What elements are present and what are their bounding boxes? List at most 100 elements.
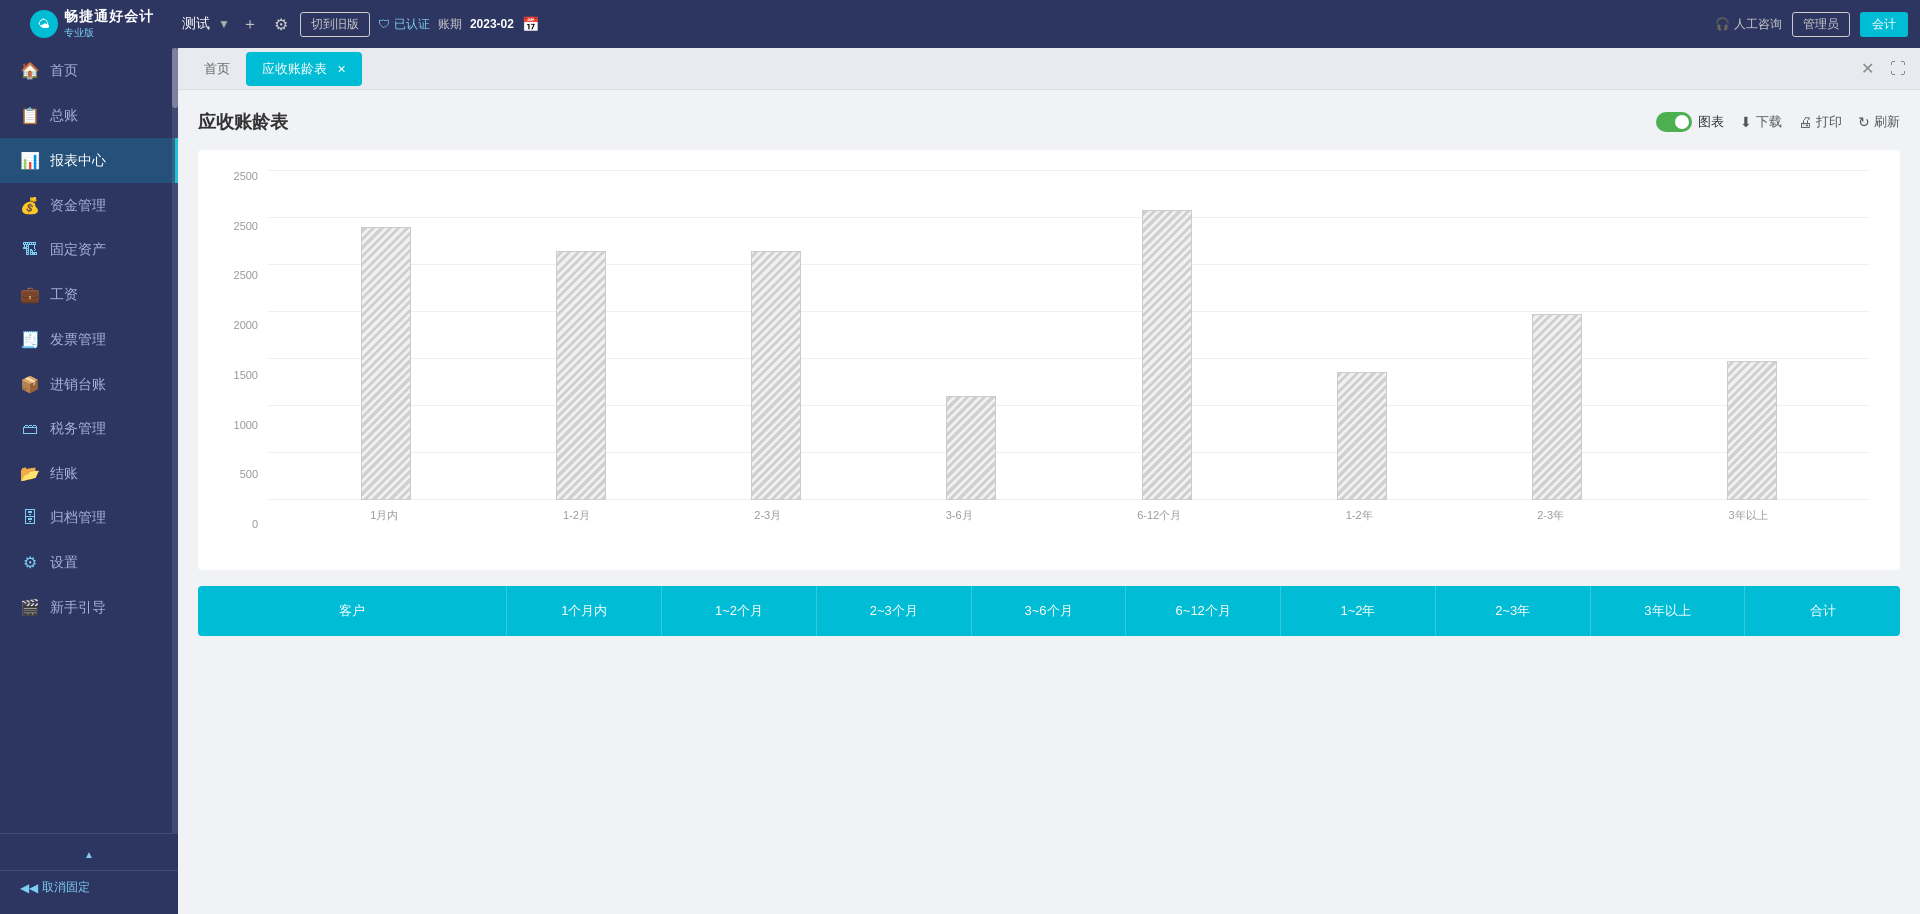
sidebar-item-label: 固定资产	[50, 241, 106, 259]
switch-version-button[interactable]: 切到旧版	[300, 12, 370, 37]
sidebar-item-label: 资金管理	[50, 197, 106, 215]
user-button[interactable]: 管理员	[1792, 12, 1850, 37]
sidebar-item-reports[interactable]: 📊 报表中心	[0, 138, 178, 183]
header-right: 🎧 人工咨询 管理员 会计	[1715, 12, 1908, 37]
bar-group	[361, 227, 411, 500]
sidebar: 🏠 首页 📋 总账 📊 报表中心 💰 资金管理 🏗 固定资产 💼 工资	[0, 48, 178, 914]
print-icon: 🖨	[1798, 114, 1812, 130]
expand-tab-icon[interactable]: ⛶	[1886, 56, 1910, 82]
refresh-button[interactable]: ↻ 刷新	[1858, 113, 1900, 131]
consult-button[interactable]: 🎧 人工咨询	[1715, 16, 1782, 33]
page-header: 应收账龄表 图表 ⬇ 下载 🖨 打印 ↻	[198, 110, 1900, 134]
company-dropdown-icon[interactable]: ▼	[218, 17, 230, 31]
table-header-cell: 6~12个月	[1126, 586, 1281, 636]
page-actions: 图表 ⬇ 下载 🖨 打印 ↻ 刷新	[1656, 112, 1900, 132]
header-center: 测试 ▼ ＋ ⚙ 切到旧版 🛡 已认证 账期 2023-02 📅	[172, 10, 1715, 39]
sidebar-item-archive[interactable]: 🗄 归档管理	[0, 496, 178, 540]
y-label: 0	[252, 518, 258, 530]
guide-icon: 🎬	[20, 598, 40, 617]
bars-row	[268, 170, 1870, 500]
role-button[interactable]: 会计	[1860, 12, 1908, 37]
logo-icon: 🌤	[30, 10, 58, 38]
bar	[751, 251, 801, 500]
ledger-icon: 📋	[20, 106, 40, 125]
chart-container: 2500 2500 2500 2000 1500 1000 500 0	[198, 150, 1900, 570]
period-label: 账期	[438, 16, 462, 33]
headset-icon: 🎧	[1715, 17, 1730, 31]
y-label: 2000	[234, 319, 258, 331]
stock-icon: 📦	[20, 375, 40, 394]
table-header-cell: 合计	[1745, 586, 1900, 636]
sidebar-item-ledger[interactable]: 📋 总账	[0, 93, 178, 138]
table-header-row: 客户1个月内1~2个月2~3个月3~6个月6~12个月1~2年2~3年3年以上合…	[198, 586, 1900, 636]
tab-ar-aging[interactable]: 应收账龄表 ✕	[246, 52, 362, 86]
settings-sidebar-icon: ⚙	[20, 553, 40, 572]
close-tab-icon[interactable]: ✕	[1857, 55, 1878, 82]
sidebar-item-label: 归档管理	[50, 509, 106, 527]
bar-group	[1532, 314, 1582, 500]
bar	[1142, 210, 1192, 500]
bar	[1532, 314, 1582, 500]
shield-icon: 🛡	[378, 17, 390, 31]
sidebar-item-stock[interactable]: 📦 进销台账	[0, 362, 178, 407]
sidebar-item-guide[interactable]: 🎬 新手引导	[0, 585, 178, 630]
chart-area: 2500 2500 2500 2000 1500 1000 500 0	[228, 170, 1870, 530]
sidebar-item-invoice[interactable]: 🧾 发票管理	[0, 317, 178, 362]
sidebar-item-label: 税务管理	[50, 420, 106, 438]
calendar-icon[interactable]: 📅	[522, 16, 539, 32]
sidebar-item-close[interactable]: 📂 结账	[0, 451, 178, 496]
sidebar-item-tax[interactable]: 🗃 税务管理	[0, 407, 178, 451]
main-layout: 🏠 首页 📋 总账 📊 报表中心 💰 资金管理 🏗 固定资产 💼 工资	[0, 48, 1920, 914]
page-content: 应收账龄表 图表 ⬇ 下载 🖨 打印 ↻	[178, 90, 1920, 914]
archive-icon: 🗄	[20, 509, 40, 527]
x-label: 2-3年	[1537, 508, 1564, 523]
scroll-up-icon[interactable]: ▲	[84, 848, 94, 862]
cert-badge: 🛡 已认证	[378, 16, 430, 33]
download-button[interactable]: ⬇ 下载	[1740, 113, 1782, 131]
y-label: 500	[240, 468, 258, 480]
sidebar-item-assets[interactable]: 🏗 固定资产	[0, 228, 178, 272]
logo-area: 🌤 畅捷通好会计 专业版	[12, 8, 172, 40]
cancel-fixed-button[interactable]: ◀◀ 取消固定	[0, 870, 178, 904]
y-axis: 2500 2500 2500 2000 1500 1000 500 0	[228, 170, 268, 530]
sidebar-scrollbar-track	[172, 48, 178, 833]
data-table: 客户1个月内1~2个月2~3个月3~6个月6~12个月1~2年2~3年3年以上合…	[198, 586, 1900, 636]
bar-group	[556, 251, 606, 500]
add-icon[interactable]: ＋	[238, 10, 262, 39]
sidebar-item-home[interactable]: 🏠 首页	[0, 48, 178, 93]
logo-title: 畅捷通好会计	[64, 8, 154, 26]
sidebar-item-label: 工资	[50, 286, 78, 304]
chart-body: 1月内1-2月2-3月3-6月6-12个月1-2年2-3年3年以上	[268, 170, 1870, 530]
period-value: 2023-02	[470, 17, 514, 31]
table-header-cell: 1~2个月	[662, 586, 817, 636]
chart-toggle-wrap: 图表	[1656, 112, 1724, 132]
assets-icon: 🏗	[20, 241, 40, 259]
tab-close-icon[interactable]: ✕	[337, 63, 346, 75]
sidebar-item-settings[interactable]: ⚙ 设置	[0, 540, 178, 585]
sidebar-scrollbar-thumb[interactable]	[172, 48, 178, 108]
y-label: 2500	[234, 220, 258, 232]
x-label: 1-2年	[1346, 508, 1373, 523]
tab-home[interactable]: 首页	[188, 52, 246, 86]
sidebar-item-label: 发票管理	[50, 331, 106, 349]
content-area: 首页 应收账龄表 ✕ ✕ ⛶ 应收账龄表 图表	[178, 48, 1920, 914]
refresh-icon: ↻	[1858, 114, 1870, 130]
sidebar-item-label: 报表中心	[50, 152, 106, 170]
sidebar-item-funds[interactable]: 💰 资金管理	[0, 183, 178, 228]
bar	[946, 396, 996, 500]
y-label: 1000	[234, 419, 258, 431]
y-label: 2500	[234, 170, 258, 182]
bar	[361, 227, 411, 500]
print-button[interactable]: 🖨 打印	[1798, 113, 1842, 131]
download-icon: ⬇	[1740, 114, 1752, 130]
y-label: 2500	[234, 269, 258, 281]
tab-actions: ✕ ⛶	[1857, 55, 1910, 82]
sidebar-item-payroll[interactable]: 💼 工资	[0, 272, 178, 317]
settings-icon[interactable]: ⚙	[270, 11, 292, 38]
invoice-icon: 🧾	[20, 330, 40, 349]
tax-icon: 🗃	[20, 420, 40, 438]
x-label: 1月内	[370, 508, 398, 523]
table-header-cell: 客户	[198, 586, 507, 636]
chart-toggle[interactable]	[1656, 112, 1692, 132]
table-header-cell: 3~6个月	[972, 586, 1127, 636]
